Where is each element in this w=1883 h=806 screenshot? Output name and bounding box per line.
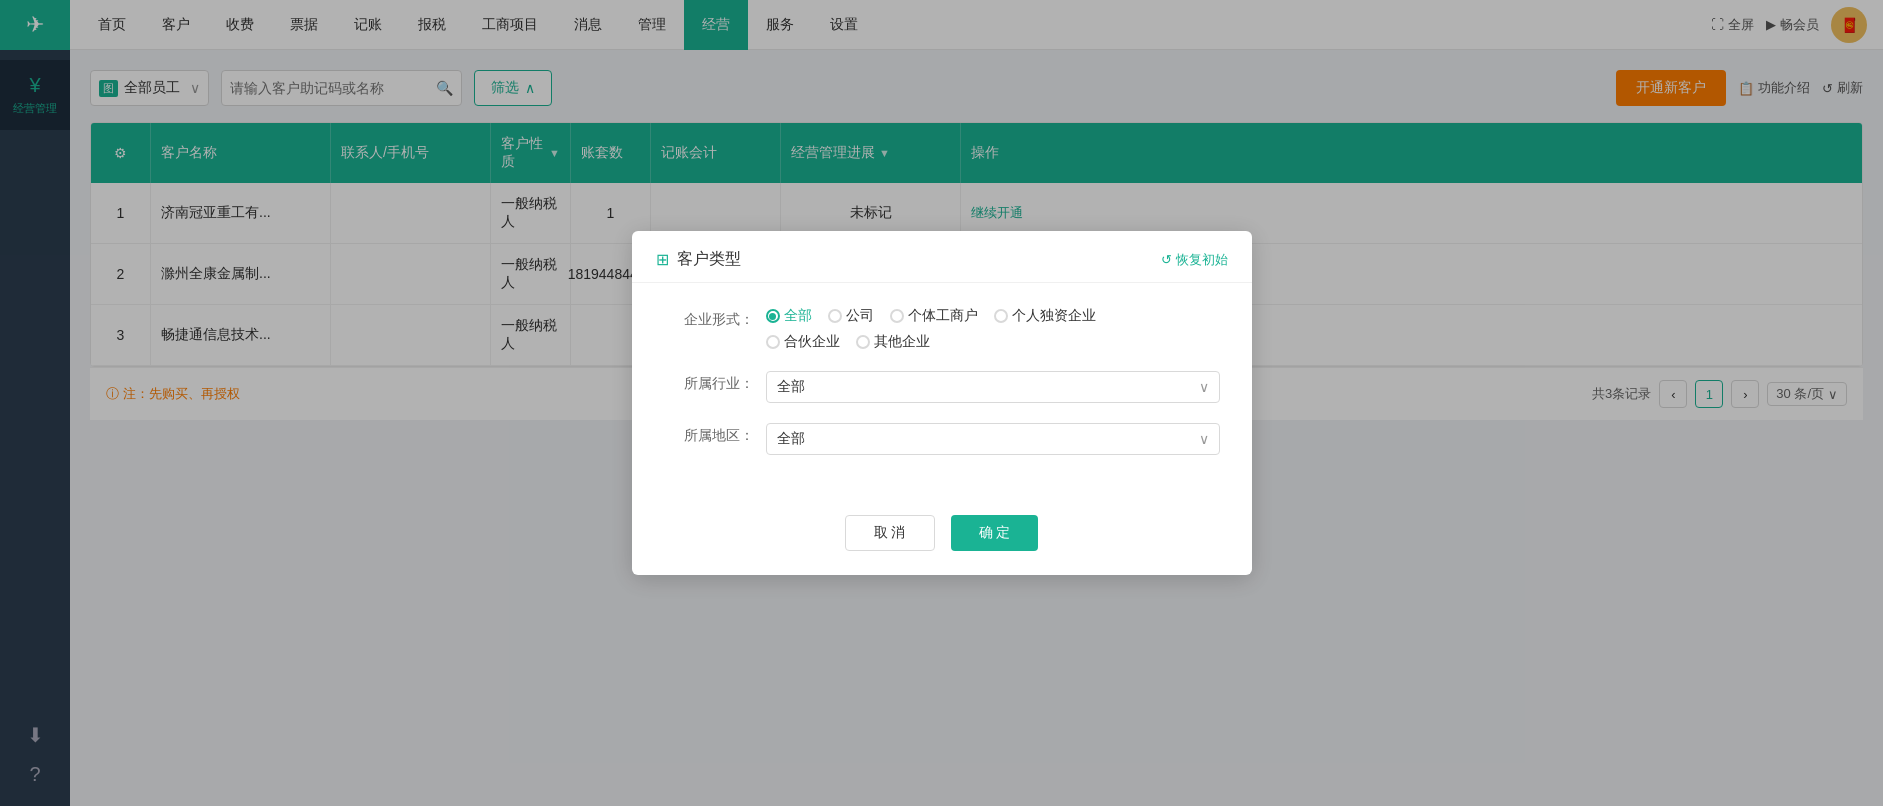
reset-icon: ↺ (1161, 252, 1172, 267)
industry-select[interactable]: 全部 ∨ (766, 371, 1220, 403)
enterprise-form-row: 企业形式： 全部 公司 个体工商户 (664, 307, 1220, 351)
option-partnership[interactable]: 合伙企业 (766, 333, 840, 351)
dialog-title-text: 客户类型 (677, 249, 741, 270)
radio-dot-other (856, 335, 870, 349)
radio-dot-sole (994, 309, 1008, 323)
industry-row: 所属行业： 全部 ∨ (664, 371, 1220, 403)
dialog-body: 企业形式： 全部 公司 个体工商户 (632, 283, 1252, 499)
dialog-title: ⊞ 客户类型 (656, 249, 741, 270)
cancel-btn[interactable]: 取 消 (845, 515, 935, 551)
region-value: 全部 (777, 430, 805, 448)
dialog-footer: 取 消 确 定 (632, 499, 1252, 575)
confirm-btn[interactable]: 确 定 (951, 515, 1039, 551)
industry-label: 所属行业： (664, 371, 754, 393)
region-arrow: ∨ (1199, 431, 1209, 447)
enterprise-form-content: 全部 公司 个体工商户 个人独资企业 (766, 307, 1220, 351)
industry-arrow: ∨ (1199, 379, 1209, 395)
region-content: 全部 ∨ (766, 423, 1220, 455)
dialog-reset-btn[interactable]: ↺ 恢复初始 (1161, 251, 1228, 269)
enterprise-radio-group: 全部 公司 个体工商户 个人独资企业 (766, 307, 1220, 325)
radio-dot-all (766, 309, 780, 323)
enterprise-radio-group-2: 合伙企业 其他企业 (766, 333, 1220, 351)
filter-dialog: ⊞ 客户类型 ↺ 恢复初始 企业形式： 全部 (632, 231, 1252, 575)
dialog-title-icon: ⊞ (656, 250, 669, 269)
dialog-header: ⊞ 客户类型 ↺ 恢复初始 (632, 231, 1252, 283)
radio-dot-individual (890, 309, 904, 323)
region-label: 所属地区： (664, 423, 754, 445)
industry-value: 全部 (777, 378, 805, 396)
option-all[interactable]: 全部 (766, 307, 812, 325)
option-sole[interactable]: 个人独资企业 (994, 307, 1096, 325)
enterprise-form-label: 企业形式： (664, 307, 754, 329)
option-company[interactable]: 公司 (828, 307, 874, 325)
option-individual[interactable]: 个体工商户 (890, 307, 978, 325)
reset-label: 恢复初始 (1176, 251, 1228, 269)
region-select[interactable]: 全部 ∨ (766, 423, 1220, 455)
industry-content: 全部 ∨ (766, 371, 1220, 403)
radio-dot-company (828, 309, 842, 323)
option-other[interactable]: 其他企业 (856, 333, 930, 351)
region-row: 所属地区： 全部 ∨ (664, 423, 1220, 455)
overlay: ⊞ 客户类型 ↺ 恢复初始 企业形式： 全部 (0, 0, 1883, 806)
radio-dot-partnership (766, 335, 780, 349)
